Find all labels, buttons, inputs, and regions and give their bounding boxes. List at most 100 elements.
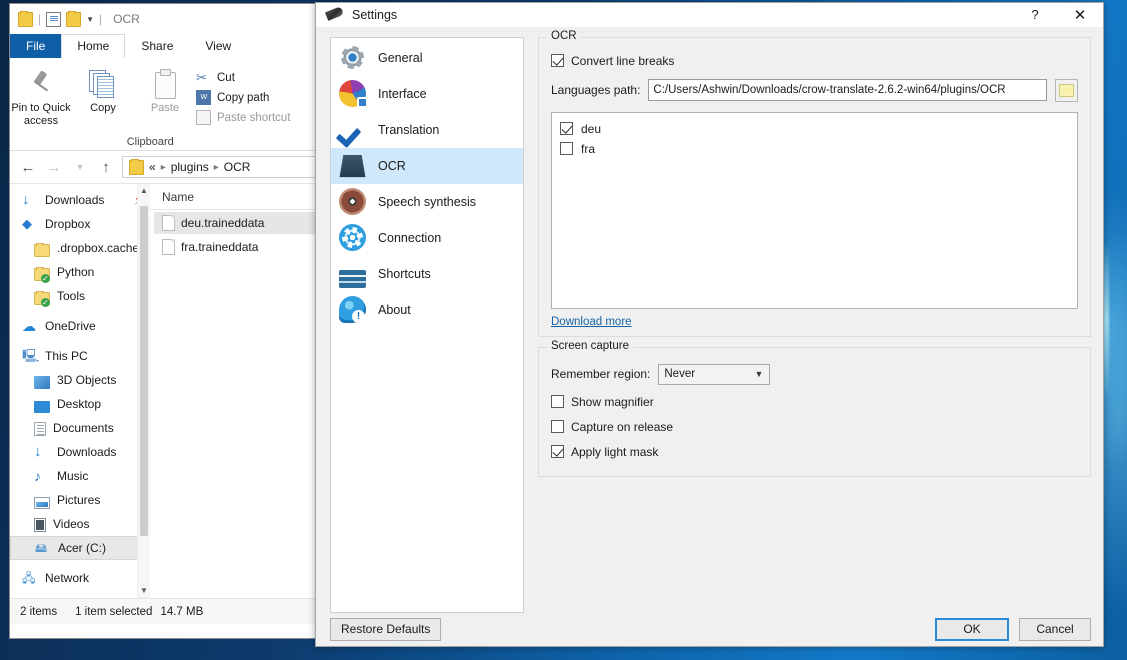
file-icon xyxy=(162,239,175,255)
settings-sidebar[interactable]: General Interface Translation OCR Speech… xyxy=(330,36,524,613)
languages-path-label: Languages path: xyxy=(551,83,641,98)
tab-share[interactable]: Share xyxy=(125,34,189,58)
nav-item-documents[interactable]: Documents xyxy=(10,416,150,440)
nav-item-dropbox[interactable]: Dropbox xyxy=(10,212,150,236)
capture-on-release-row[interactable]: Capture on release xyxy=(551,420,1078,434)
settings-main-pane: OCR Convert line breaks Languages path: … xyxy=(538,29,1091,613)
forward-arrow-icon[interactable]: → xyxy=(44,159,64,176)
copy-button[interactable]: Copy xyxy=(72,62,134,115)
apply-light-mask-checkbox[interactable] xyxy=(551,445,564,459)
apply-light-mask-row[interactable]: Apply light mask xyxy=(551,445,1078,459)
copy-label: Copy xyxy=(90,102,116,114)
folder-icon[interactable] xyxy=(18,10,33,27)
breadcrumb-overflow[interactable]: « xyxy=(149,160,156,174)
nav-item-acer-c[interactable]: Acer (C:) xyxy=(10,536,150,560)
recent-locations-icon[interactable]: ▾ xyxy=(70,162,90,173)
navigation-scrollbar[interactable]: ▲ ▼ xyxy=(137,184,150,598)
pin-label-line1: Pin to Quick xyxy=(11,102,71,114)
file-name: deu.traineddata xyxy=(181,216,265,230)
sidebar-item-label: About xyxy=(378,302,411,317)
up-arrow-icon[interactable]: ↑ xyxy=(96,159,116,176)
chevron-down-icon: ▼ xyxy=(754,369,764,380)
show-magnifier-checkbox[interactable] xyxy=(551,395,564,409)
nav-item-pictures[interactable]: Pictures xyxy=(10,488,150,512)
close-icon[interactable]: ✕ xyxy=(1057,3,1103,27)
copy-path-button[interactable]: W Copy path xyxy=(196,90,291,105)
convert-line-breaks-row[interactable]: Convert line breaks xyxy=(551,54,1078,68)
nav-item-downloads[interactable]: Downloads xyxy=(10,440,150,464)
breadcrumb-plugins[interactable]: plugins xyxy=(171,160,209,174)
sidebar-item-connection[interactable]: Connection xyxy=(331,220,523,256)
network-gear-icon xyxy=(339,224,366,252)
nav-item-python[interactable]: Python xyxy=(10,260,150,284)
paste-shortcut-button[interactable]: Paste shortcut xyxy=(196,110,291,125)
nav-label: OneDrive xyxy=(45,319,96,333)
file-name: fra.traineddata xyxy=(181,240,259,254)
restore-defaults-button[interactable]: Restore Defaults xyxy=(330,617,442,641)
tab-view[interactable]: View xyxy=(189,34,247,58)
scroll-up-icon[interactable]: ▲ xyxy=(138,184,150,198)
nav-item-3d-objects[interactable]: 3D Objects xyxy=(10,368,150,392)
convert-line-breaks-checkbox[interactable] xyxy=(551,54,564,68)
new-folder-icon[interactable] xyxy=(66,10,82,27)
folder-browse-button[interactable] xyxy=(1055,78,1078,102)
remember-region-select[interactable]: Never ▼ xyxy=(658,363,771,385)
show-magnifier-row[interactable]: Show magnifier xyxy=(551,395,1078,409)
sidebar-item-ocr[interactable]: OCR xyxy=(331,147,523,184)
sidebar-item-label: General xyxy=(378,50,423,65)
language-fra-checkbox[interactable] xyxy=(560,142,573,156)
cancel-button[interactable]: Cancel xyxy=(1019,617,1091,641)
tab-file[interactable]: File xyxy=(10,34,62,58)
nav-item-videos[interactable]: Videos xyxy=(10,512,150,536)
list-item[interactable]: deu xyxy=(560,119,1069,139)
sidebar-item-about[interactable]: About xyxy=(331,292,523,328)
nav-item-downloads-quick[interactable]: Downloads 📌 xyxy=(10,188,150,212)
nav-label: 3D Objects xyxy=(57,373,117,387)
nav-item-dropbox-cache[interactable]: .dropbox.cache xyxy=(10,236,150,260)
list-item[interactable]: fra xyxy=(560,139,1069,159)
sidebar-item-general[interactable]: General xyxy=(331,40,523,76)
scroll-down-icon[interactable]: ▼ xyxy=(138,584,150,598)
copy-icon xyxy=(88,69,118,99)
nav-item-network[interactable]: Network xyxy=(10,566,150,590)
pictures-icon xyxy=(34,497,50,509)
pin-to-quick-access-button[interactable]: Pin to Quick access xyxy=(10,62,72,127)
tab-home[interactable]: Home xyxy=(61,34,126,58)
nav-item-tools[interactable]: Tools xyxy=(10,284,150,308)
drive-icon xyxy=(35,540,51,556)
paste-label: Paste xyxy=(150,102,180,114)
sidebar-item-shortcuts[interactable]: Shortcuts xyxy=(331,256,523,292)
download-more-link[interactable]: Download more xyxy=(551,316,632,328)
breadcrumb-ocr[interactable]: OCR xyxy=(224,160,251,174)
folder-browse-icon xyxy=(1059,83,1074,97)
nav-item-onedrive[interactable]: OneDrive xyxy=(10,314,150,338)
properties-icon[interactable] xyxy=(46,11,62,27)
sidebar-item-interface[interactable]: Interface xyxy=(331,76,523,112)
scrollbar-thumb[interactable] xyxy=(140,206,148,536)
chevron-down-icon[interactable]: ▼ xyxy=(86,15,94,24)
apply-light-mask-label: Apply light mask xyxy=(571,444,659,459)
nav-item-desktop[interactable]: Desktop xyxy=(10,392,150,416)
sidebar-item-speech-synthesis[interactable]: Speech synthesis xyxy=(331,184,523,220)
sidebar-item-label: Shortcuts xyxy=(378,266,431,281)
cut-button[interactable]: ✂ Cut xyxy=(196,70,291,85)
capture-on-release-checkbox[interactable] xyxy=(551,420,564,434)
languages-listbox[interactable]: deu fra xyxy=(551,111,1078,309)
nav-item-music[interactable]: Music xyxy=(10,464,150,488)
navigation-pane[interactable]: Downloads 📌 Dropbox .dropbox.cache Pytho… xyxy=(10,184,150,598)
scissors-icon: ✂ xyxy=(196,70,207,85)
speaker-icon xyxy=(339,188,366,216)
back-arrow-icon[interactable]: ← xyxy=(18,159,38,176)
capture-on-release-label: Capture on release xyxy=(571,419,674,434)
language-deu-checkbox[interactable] xyxy=(560,122,573,136)
ok-button[interactable]: OK xyxy=(935,617,1009,641)
languages-path-input[interactable]: C:/Users/Ashwin/Downloads/crow-translate… xyxy=(648,79,1047,102)
network-icon xyxy=(22,570,38,586)
sidebar-item-translation[interactable]: Translation xyxy=(331,112,523,148)
info-icon xyxy=(339,296,366,324)
dialog-title-bar[interactable]: Settings ? ✕ xyxy=(316,3,1103,27)
paste-button[interactable]: Paste xyxy=(134,62,196,115)
help-button[interactable]: ? xyxy=(1013,3,1057,27)
nav-item-this-pc[interactable]: This PC xyxy=(10,344,150,368)
settings-dialog[interactable]: Settings ? ✕ General Interface Translati… xyxy=(315,2,1104,647)
